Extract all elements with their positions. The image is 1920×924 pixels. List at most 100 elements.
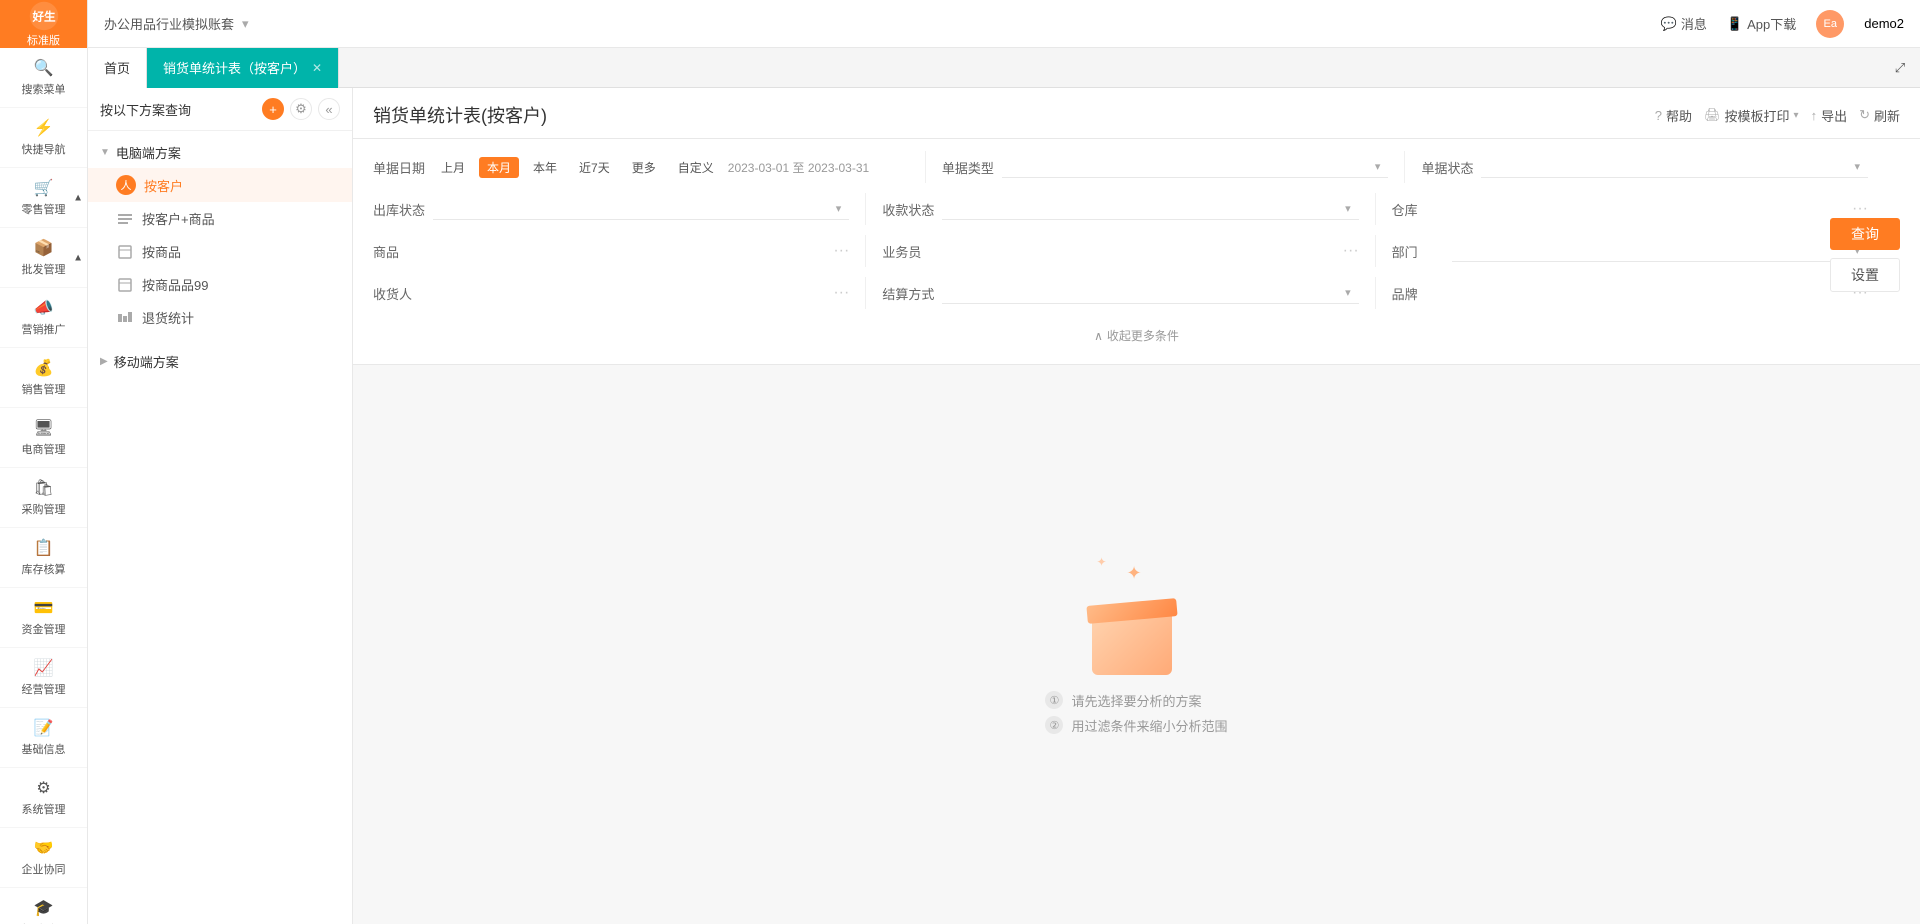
sidebar-label-sales: 销售管理 (22, 381, 66, 397)
sidebar-item-finance[interactable]: 💳 资金管理 (0, 588, 87, 648)
sidebar: 好生 标准版 🔍 搜索菜单 ⚡ 快捷导航 🛒 零售管理 ▲ 📦 批发管理 ▲ 📣… (0, 0, 88, 924)
sidebar-item-inventory[interactable]: 📋 库存核算 (0, 528, 87, 588)
collapse-label: 收起更多条件 (1107, 327, 1179, 344)
scheme-item-by-goods-99[interactable]: 按商品品99 (88, 268, 352, 301)
print-dropdown-icon: ▾ (1794, 110, 1799, 121)
filter-date: 单据日期 上月 本月 本年 近7天 更多 自定义 2023-03-01 至 20… (373, 151, 926, 183)
salesperson-dots[interactable]: ··· (942, 242, 1358, 260)
scheme-item-return-stats-label: 退货统计 (142, 308, 194, 327)
collapse-filters-button[interactable]: ∧ 收起更多条件 (373, 319, 1900, 352)
sidebar-item-sales[interactable]: 💰 销售管理 (0, 348, 87, 408)
app-download-icon: 📱 (1727, 16, 1743, 32)
message-label: 消息 (1681, 14, 1707, 33)
settle-method-label: 结算方式 (882, 284, 942, 303)
date-label: 单据日期 (373, 158, 433, 177)
print-icon: 🖨 (1704, 107, 1721, 123)
warehouse-label: 仓库 (1392, 200, 1452, 219)
out-status-select[interactable]: ▾ (433, 198, 849, 220)
sidebar-icon-retail: 🛒 (34, 178, 54, 198)
sidebar-item-purchase[interactable]: 🛍 采购管理 (0, 468, 87, 528)
sidebar-icon-ecommerce: 🖥 (33, 418, 53, 438)
scheme-item-return-stats-icon (116, 309, 134, 327)
print-button[interactable]: 🖨 按模板打印 ▾ (1704, 106, 1799, 125)
order-status-dropdown-icon: ▾ (1854, 160, 1860, 173)
export-button[interactable]: ↑ 导出 (1811, 106, 1848, 125)
date-btn-more[interactable]: 更多 (624, 157, 664, 178)
date-btn-this-month[interactable]: 本月 (479, 157, 519, 178)
settings-button[interactable]: 设置 (1830, 258, 1900, 292)
help-button[interactable]: ? 帮助 (1655, 106, 1692, 125)
sidebar-icon-marketing: 📣 (34, 298, 54, 318)
refresh-icon: ↻ (1859, 107, 1870, 123)
scheme-item-by-customer[interactable]: 人 按客户 (88, 168, 352, 202)
sidebar-arrow-wholesale: ▲ (73, 252, 83, 263)
order-type-select[interactable]: ▾ (1002, 156, 1389, 178)
page-header: 销货单统计表(按客户) ? 帮助 🖨 按模板打印 ▾ ↑ 导出 (353, 88, 1920, 139)
logo-icon: 好生 (26, 0, 62, 32)
goods-dots[interactable]: ··· (433, 242, 849, 260)
receiver-dots[interactable]: ··· (433, 284, 849, 302)
scheme-item-by-goods[interactable]: 按商品 (88, 235, 352, 268)
date-group: 上月 本月 本年 近7天 更多 自定义 2023-03-01 至 2023-03… (433, 157, 909, 178)
filter-row-4: 收货人 ··· 结算方式 ▾ 品牌 (373, 277, 1900, 309)
order-status-select[interactable]: ▾ (1481, 156, 1868, 178)
message-button[interactable]: 💬 消息 (1661, 14, 1707, 33)
export-label: 导出 (1821, 106, 1847, 125)
sidebar-item-newbie[interactable]: 🎓 新手引导 (0, 888, 87, 924)
topbar-left: 办公用品行业模拟账套 ▾ (104, 14, 249, 33)
sidebar-item-basic[interactable]: 📝 基础信息 (0, 708, 87, 768)
scheme-group-mobile-header[interactable]: ▶ 移动端方案 (88, 346, 352, 377)
empty-hint-2: ② 用过滤条件来缩小分析范围 (1045, 716, 1227, 735)
main-content: 销货单统计表(按客户) ? 帮助 🖨 按模板打印 ▾ ↑ 导出 (353, 88, 1920, 924)
sidebar-item-enterprise[interactable]: 🤝 企业协同 (0, 828, 87, 888)
scheme-group-desktop-label: 电脑端方案 (116, 143, 181, 162)
sidebar-item-quicknav[interactable]: ⚡ 快捷导航 (0, 108, 87, 168)
department-select[interactable]: ▾ (1452, 240, 1868, 262)
message-icon: 💬 (1661, 16, 1677, 32)
svg-text:好生: 好生 (31, 9, 56, 23)
sidebar-item-system[interactable]: ⚙ 系统管理 (0, 768, 87, 828)
tab-sales-stats-label: 销货单统计表（按客户） (163, 58, 306, 77)
warehouse-dots[interactable]: ··· (1452, 200, 1868, 218)
scheme-item-by-customer-goods[interactable]: 按客户+商品 (88, 202, 352, 235)
scheme-item-return-stats[interactable]: 退货统计 (88, 301, 352, 334)
date-btn-last-month[interactable]: 上月 (433, 157, 473, 178)
sidebar-icon-enterprise: 🤝 (34, 838, 54, 858)
query-button[interactable]: 查询 (1830, 218, 1900, 250)
collect-status-select[interactable]: ▾ (942, 198, 1358, 220)
sidebar-item-wholesale[interactable]: 📦 批发管理 ▲ (0, 228, 87, 288)
sidebar-arrow-retail: ▲ (73, 192, 83, 203)
date-btn-7days[interactable]: 近7天 (571, 157, 618, 178)
date-btn-this-year[interactable]: 本年 (525, 157, 565, 178)
page-actions: ? 帮助 🖨 按模板打印 ▾ ↑ 导出 ↻ 刷新 (1655, 106, 1900, 125)
sidebar-item-operations[interactable]: 📈 经营管理 (0, 648, 87, 708)
add-scheme-button[interactable]: + (262, 98, 284, 120)
scheme-item-by-customer-goods-label: 按客户+商品 (142, 209, 215, 228)
tab-sales-stats[interactable]: 销货单统计表（按客户） ✕ (147, 48, 339, 88)
sidebar-item-search[interactable]: 🔍 搜索菜单 (0, 48, 87, 108)
sidebar-item-ecommerce[interactable]: 🖥 电商管理 (0, 408, 87, 468)
settle-method-select[interactable]: ▾ (942, 282, 1358, 304)
refresh-button[interactable]: ↻ 刷新 (1859, 106, 1900, 125)
brand-dots[interactable]: ··· (1452, 284, 1868, 302)
sidebar-item-marketing[interactable]: 📣 营销推广 (0, 288, 87, 348)
edit-scheme-button[interactable]: ⚙ (290, 98, 312, 120)
tab-close-icon[interactable]: ✕ (312, 61, 322, 75)
scheme-group-desktop-header[interactable]: ▼ 电脑端方案 (88, 137, 352, 168)
sidebar-item-retail[interactable]: 🛒 零售管理 ▲ (0, 168, 87, 228)
app-download-button[interactable]: 📱 App下载 (1727, 14, 1796, 33)
tab-expand-button[interactable]: ⤢ (1880, 48, 1920, 88)
sidebar-icon-operations: 📈 (34, 658, 54, 678)
sidebar-label-inventory: 库存核算 (22, 561, 66, 577)
scheme-group-desktop: ▼ 电脑端方案 人 按客户 按客户+商品 按商品 (88, 131, 352, 340)
collapse-scheme-panel-button[interactable]: « (318, 98, 340, 120)
tab-home[interactable]: 首页 (88, 48, 147, 88)
date-btn-custom[interactable]: 自定义 (670, 157, 722, 178)
scheme-group-mobile-arrow: ▶ (100, 356, 108, 367)
topbar-dropdown-icon[interactable]: ▾ (242, 16, 249, 32)
tab-home-label: 首页 (104, 58, 130, 77)
sidebar-icon-quicknav: ⚡ (34, 118, 54, 138)
query-btn-area: 查询 设置 (1830, 218, 1900, 292)
avatar[interactable]: Ea (1816, 10, 1844, 38)
content-area: 按以下方案查询 + ⚙ « ▼ 电脑端方案 人 按客户 (88, 88, 1920, 924)
